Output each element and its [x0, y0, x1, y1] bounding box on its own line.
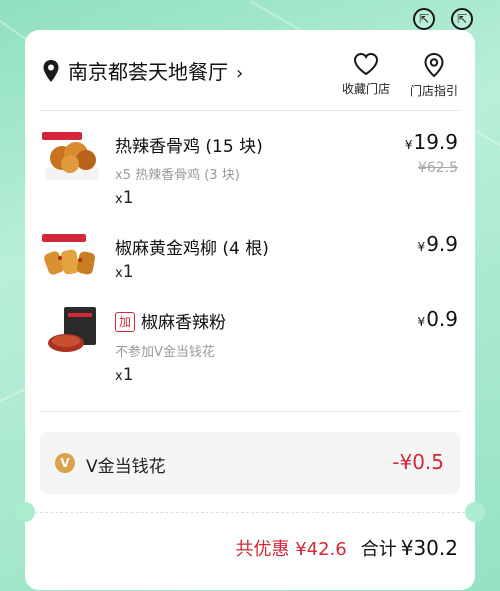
price-value: 0.9: [426, 307, 458, 331]
quantity-prefix: x: [115, 266, 123, 281]
item-price: ¥9.9: [418, 232, 458, 256]
vgold-amount: -¥0.5: [392, 450, 444, 474]
store-guide-label: 门店指引: [409, 84, 458, 98]
quantity-value: 1: [122, 262, 134, 282]
close-arrow-icon[interactable]: ⇱: [451, 8, 473, 30]
dashed-separator: [25, 512, 475, 513]
spicy-chicken-bucket-image: [40, 130, 104, 182]
store-name: 南京都荟天地餐厅: [68, 60, 228, 84]
back-arrow-icon[interactable]: ⇱: [413, 8, 435, 30]
ticket-notch-left: [15, 502, 35, 522]
item-name-row: 加椒麻香辣粉: [115, 308, 226, 333]
item-name: 椒麻香辣粉: [141, 313, 226, 333]
item-quantity: x1: [115, 188, 134, 208]
store-name-link[interactable]: 南京都荟天地餐厅 ›: [68, 56, 243, 85]
divider: [40, 110, 460, 111]
order-item: 加椒麻香辣粉 不参加V金当钱花 x1 ¥0.9: [40, 305, 460, 385]
favorite-store-button[interactable]: 收藏门店: [336, 52, 396, 97]
item-price: ¥0.9: [418, 307, 458, 331]
order-item: 椒麻黄金鸡柳 (4 根) x1 ¥9.9: [40, 230, 460, 290]
store-guide-button[interactable]: 门店指引: [404, 52, 464, 99]
quantity-prefix: x: [115, 192, 123, 207]
item-subtitle: x5 热辣香骨鸡 (3 块): [115, 168, 240, 183]
quantity-value: 1: [122, 365, 134, 385]
total-discount: 共优惠 ¥42.6: [235, 539, 347, 560]
currency-symbol: ¥: [404, 138, 413, 152]
heart-icon: [353, 52, 379, 76]
price-value: 19.9: [413, 130, 458, 154]
item-original-price: ¥62.5: [417, 160, 458, 176]
item-quantity: x1: [115, 262, 134, 282]
currency-symbol: ¥: [417, 315, 426, 329]
ticket-notch-right: [465, 502, 485, 522]
order-card: 南京都荟天地餐厅 › 收藏门店 门店指引 热辣香骨鸡 (15 块) x5 热辣香…: [15, 30, 485, 590]
item-quantity: x1: [115, 365, 134, 385]
divider: [40, 411, 460, 412]
vgold-coin-icon: V: [55, 453, 75, 473]
item-subtitle: 不参加V金当钱花: [115, 345, 215, 360]
order-item: 热辣香骨鸡 (15 块) x5 热辣香骨鸡 (3 块) x1 ¥19.9 ¥62…: [40, 130, 460, 220]
total-value: ¥30.2: [400, 536, 458, 560]
add-on-tag: 加: [115, 312, 135, 332]
total-label: 合计: [360, 539, 397, 560]
item-name: 热辣香骨鸡 (15 块): [115, 137, 263, 157]
vgold-discount-row[interactable]: V V金当钱花 -¥0.5: [40, 432, 460, 494]
vgold-label: V金当钱花: [86, 457, 166, 477]
quantity-prefix: x: [115, 369, 123, 384]
price-value: 9.9: [426, 232, 458, 256]
currency-symbol: ¥: [417, 240, 426, 254]
chevron-right-icon: ›: [236, 63, 244, 84]
order-summary: 共优惠 ¥42.6 合计 ¥30.2: [235, 535, 458, 561]
quantity-value: 1: [122, 188, 134, 208]
favorite-store-label: 收藏门店: [341, 82, 390, 96]
location-pin-icon: [43, 60, 59, 82]
item-price: ¥19.9: [405, 130, 458, 154]
golden-chicken-strips-image: [40, 230, 104, 282]
item-name: 椒麻黄金鸡柳 (4 根): [115, 239, 269, 259]
location-outline-icon: [424, 52, 444, 78]
spicy-seasoning-powder-image: [40, 305, 104, 357]
store-header: 南京都荟天地餐厅 › 收藏门店 门店指引: [42, 52, 460, 112]
